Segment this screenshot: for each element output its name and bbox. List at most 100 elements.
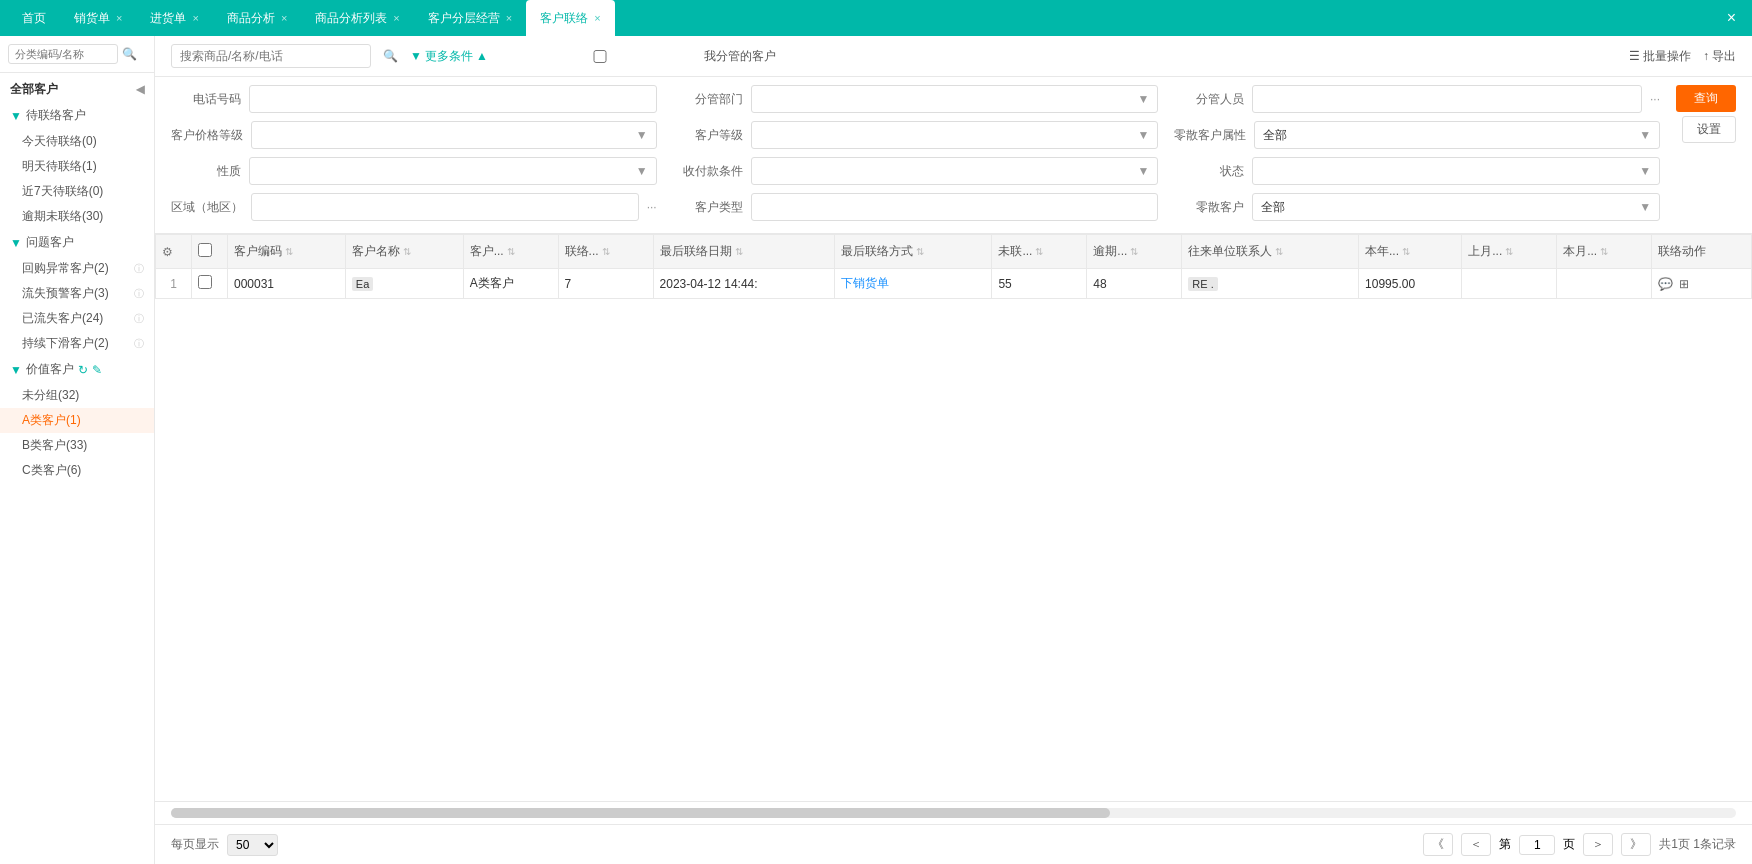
group-problem-customers[interactable]: ▼ 问题客户 [0, 229, 154, 256]
refresh-value-icon[interactable]: ↻ [78, 363, 88, 377]
sidebar-item-c-class[interactable]: C类客户(6) [0, 458, 154, 483]
close-product-analysis[interactable]: × [281, 12, 287, 24]
close-customer-segment[interactable]: × [506, 12, 512, 24]
price-level-select[interactable]: ▼ [251, 121, 657, 149]
region-input[interactable] [251, 193, 639, 221]
my-customer-checkbox-label[interactable]: 我分管的客户 [500, 48, 776, 65]
scrollbar-thumb[interactable] [171, 808, 1110, 818]
table-gear-icon[interactable]: ⚙ [162, 245, 173, 259]
th-last-month[interactable]: 上月... ⇅ [1462, 235, 1557, 269]
close-customer-contact[interactable]: × [594, 12, 600, 24]
region-more-icon[interactable]: ··· [647, 200, 657, 214]
info-icon-repurchase: ⓘ [134, 262, 144, 276]
nav-product-analysis-list[interactable]: 商品分析列表 × [301, 0, 413, 36]
row-this-year: 10995.00 [1359, 269, 1462, 299]
sidebar-item-a-class[interactable]: A类客户(1) [0, 408, 154, 433]
page-number-input[interactable] [1519, 835, 1555, 855]
filter-cell-price-level: 客户价格等级 ▼ [171, 121, 657, 149]
sidebar-item-declining[interactable]: 持续下滑客户(2) ⓘ [0, 331, 154, 356]
next-page-button[interactable]: ＞ [1583, 833, 1613, 856]
th-customer-code[interactable]: 客户编码 ⇅ [228, 235, 346, 269]
sidebar-item-churn-warning[interactable]: 流失预警客户(3) ⓘ [0, 281, 154, 306]
nav-customer-contact[interactable]: 客户联络 × [526, 0, 614, 36]
prev-page-button[interactable]: ＜ [1461, 833, 1491, 856]
export-button[interactable]: ↑ 导出 [1703, 48, 1736, 65]
th-overdue[interactable]: 逾期... ⇅ [1087, 235, 1182, 269]
row-checkbox[interactable] [198, 275, 212, 289]
th-customer-type[interactable]: 客户... ⇅ [463, 235, 558, 269]
th-last-contact-method[interactable]: 最后联络方式 ⇅ [835, 235, 992, 269]
search-button[interactable]: 🔍 [383, 49, 398, 63]
person-more-icon[interactable]: ··· [1650, 92, 1660, 106]
batch-operation-button[interactable]: ☰ 批量操作 [1629, 48, 1691, 65]
sidebar-search-input[interactable] [8, 44, 118, 64]
last-contact-method-link[interactable]: 下销货单 [841, 276, 889, 290]
sidebar-item-overdue-contact[interactable]: 逾期未联络(30) [0, 204, 154, 229]
sidebar-item-today-pending[interactable]: 今天待联络(0) [0, 129, 154, 154]
main-content: 🔍 ▼ 更多条件 ▲ 我分管的客户 ☰ 批量操作 ↑ 导出 [155, 36, 1752, 864]
nav-purchase-order[interactable]: 进货单 × [136, 0, 212, 36]
window-close-button[interactable]: × [1719, 9, 1744, 27]
close-sales-order[interactable]: × [116, 12, 122, 24]
nav-home[interactable]: 首页 [8, 0, 60, 36]
nav-customer-segment[interactable]: 客户分层经营 × [414, 0, 526, 36]
person-input[interactable] [1252, 85, 1642, 113]
chat-action-icon[interactable]: 💬 [1658, 277, 1673, 291]
th-customer-name[interactable]: 客户名称 ⇅ [345, 235, 463, 269]
sort-last-month-icon: ⇅ [1505, 246, 1513, 257]
query-button[interactable]: 查询 [1676, 85, 1736, 112]
edit-value-icon[interactable]: ✎ [92, 363, 102, 377]
horizontal-scrollbar[interactable] [171, 808, 1736, 818]
th-this-year[interactable]: 本年... ⇅ [1359, 235, 1462, 269]
search-input[interactable] [171, 44, 371, 68]
sort-last-contact-date-icon: ⇅ [735, 246, 743, 257]
sidebar-item-7day-pending[interactable]: 近7天待联络(0) [0, 179, 154, 204]
nav-product-analysis[interactable]: 商品分析 × [213, 0, 301, 36]
settings-button[interactable]: 设置 [1682, 116, 1736, 143]
last-page-button[interactable]: 》 [1621, 833, 1651, 856]
more-filter-button[interactable]: ▼ 更多条件 ▲ [410, 48, 488, 65]
filter-cell-cust-level: 客户等级 ▼ [673, 121, 1159, 149]
row-contact-person: RE . [1182, 269, 1359, 299]
sidebar-item-tomorrow-pending[interactable]: 明天待联络(1) [0, 154, 154, 179]
th-contact-person[interactable]: 往来单位联系人 ⇅ [1182, 235, 1359, 269]
th-this-month[interactable]: 本月... ⇅ [1557, 235, 1652, 269]
sidebar-item-repurchase-abnormal[interactable]: 回购异常客户(2) ⓘ [0, 256, 154, 281]
cust-type-input[interactable] [751, 193, 1159, 221]
status-chevron-icon: ▼ [1639, 164, 1651, 178]
th-last-contact-date[interactable]: 最后联络日期 ⇅ [653, 235, 835, 269]
select-all-checkbox[interactable] [198, 243, 212, 257]
sort-this-month-icon: ⇅ [1600, 246, 1608, 257]
all-customers-header: 全部客户 ◀ [0, 73, 154, 102]
left-sidebar: 🔍 全部客户 ◀ ▼ 待联络客户 今天待联络(0) 明天待联络(1) 近7天待联… [0, 36, 155, 864]
group-value-customers[interactable]: ▼ 价值客户 ↻ ✎ [0, 356, 154, 383]
sidebar-item-b-class[interactable]: B类客户(33) [0, 433, 154, 458]
dept-select[interactable]: ▼ [751, 85, 1159, 113]
sidebar-item-ungrouped[interactable]: 未分组(32) [0, 383, 154, 408]
row-last-month [1462, 269, 1557, 299]
nav-sales-order[interactable]: 销货单 × [60, 0, 136, 36]
sidebar-collapse-icon[interactable]: ◀ [136, 83, 144, 96]
payment-select[interactable]: ▼ [751, 157, 1159, 185]
th-contact-count[interactable]: 联络... ⇅ [558, 235, 653, 269]
filter-cell-person: 分管人员 ··· [1174, 85, 1660, 113]
phone-input[interactable] [249, 85, 657, 113]
nature-select[interactable]: ▼ [249, 157, 657, 185]
page-size-select[interactable]: 50 100 200 [227, 834, 278, 856]
group-pending-contact[interactable]: ▼ 待联络客户 [0, 102, 154, 129]
th-not-contact[interactable]: 未联... ⇅ [992, 235, 1087, 269]
close-product-analysis-list[interactable]: × [393, 12, 399, 24]
my-customer-checkbox[interactable] [500, 50, 700, 63]
retail-cust-select[interactable]: 全部 ▼ [1252, 193, 1660, 221]
first-page-button[interactable]: 《 [1423, 833, 1453, 856]
sidebar-search-icon[interactable]: 🔍 [122, 47, 137, 61]
status-select[interactable]: ▼ [1252, 157, 1660, 185]
more-action-icon[interactable]: ⊞ [1679, 277, 1689, 291]
row-overdue: 48 [1087, 269, 1182, 299]
retail-attr-select[interactable]: 全部 ▼ [1254, 121, 1660, 149]
cust-level-select[interactable]: ▼ [751, 121, 1159, 149]
close-purchase-order[interactable]: × [192, 12, 198, 24]
sidebar-item-churned[interactable]: 已流失客户(24) ⓘ [0, 306, 154, 331]
info-icon-churn: ⓘ [134, 287, 144, 301]
export-icon: ↑ [1703, 49, 1709, 63]
